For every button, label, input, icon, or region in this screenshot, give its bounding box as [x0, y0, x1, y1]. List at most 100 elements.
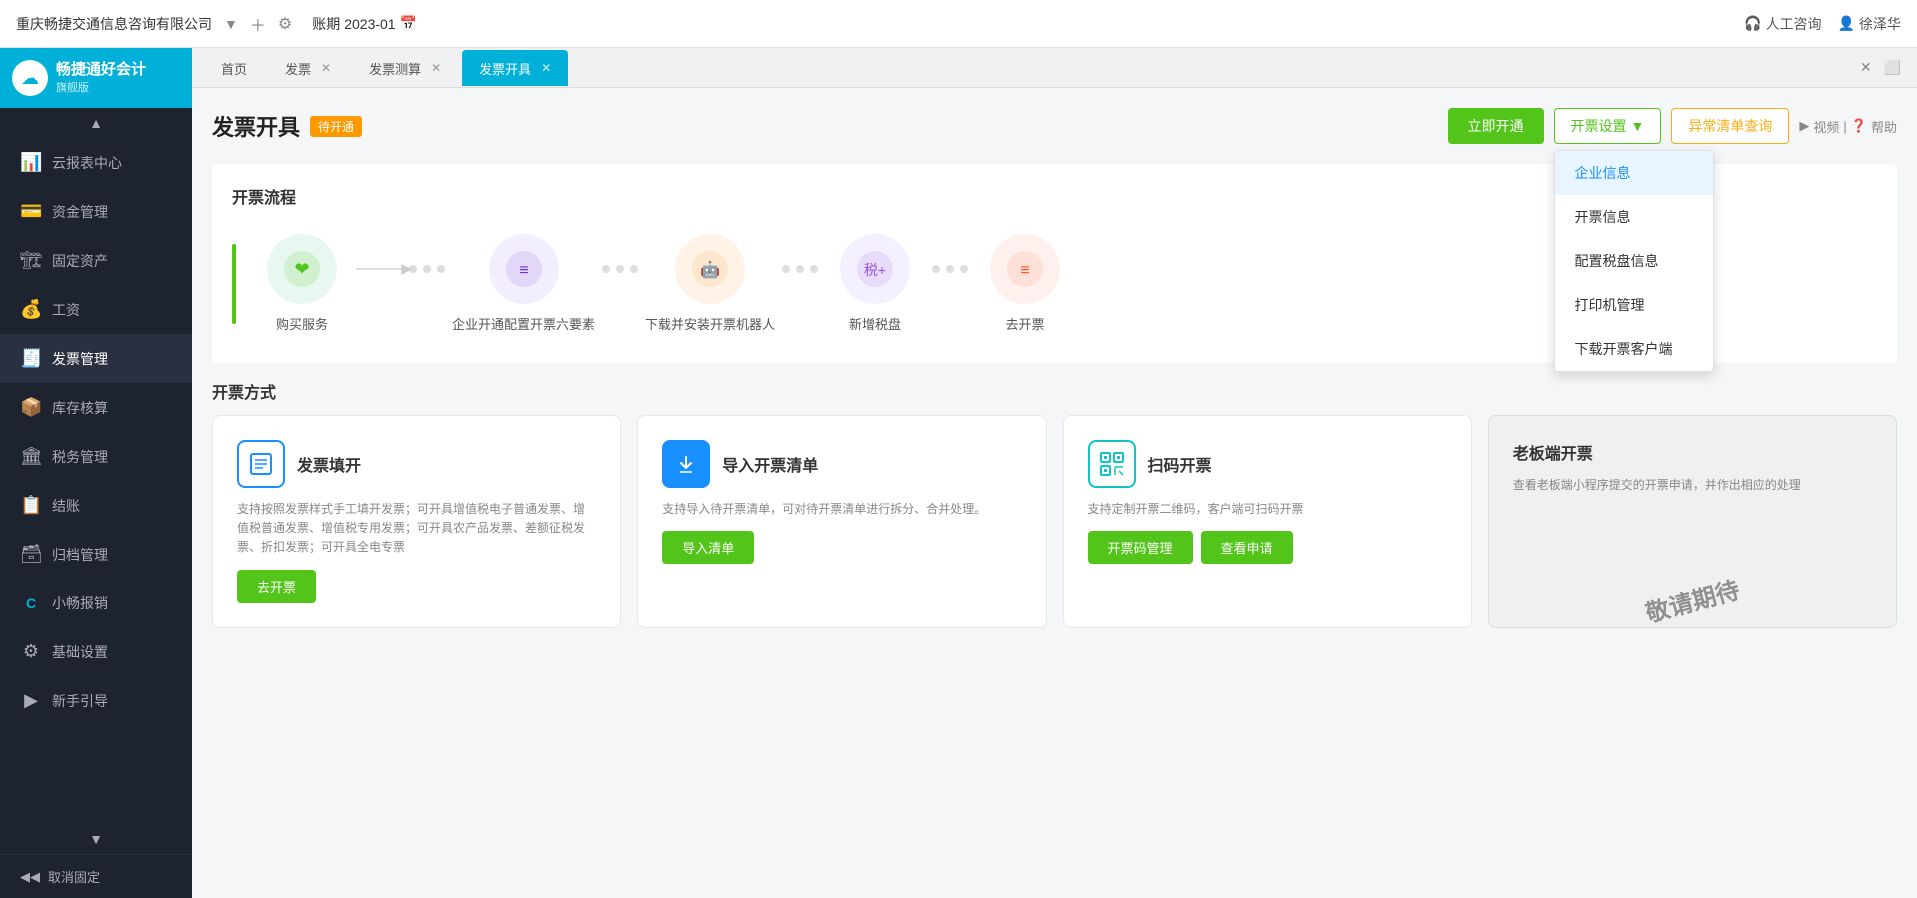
settings-dropdown-wrapper: 开票设置 ▼ 企业信息 开票信息 配置税盘信息 打印机管理 下载开票客户端 [1554, 108, 1662, 144]
sidebar-item-inventory[interactable]: 📦 库存核算 [0, 383, 192, 432]
step-go-invoice-icon: ≡ [990, 234, 1060, 304]
connector-4 [925, 265, 975, 273]
add-tab-icon[interactable]: ＋ [250, 12, 266, 36]
view-apply-btn[interactable]: 查看申请 [1201, 531, 1293, 564]
billing-methods-grid: 发票填开 支持按照发票样式手工填开发票；可开具增值税电子普通发票、增值税普通发票… [212, 415, 1897, 628]
svg-text:≡: ≡ [519, 262, 528, 279]
sidebar-item-label: 小畅报销 [52, 593, 108, 613]
inventory-icon: 📦 [20, 397, 42, 418]
import-list-btn[interactable]: 导入清单 [662, 531, 754, 564]
billing-card-boss: 老板端开票 查看老板端小程序提交的开票申请，并作出相应的处理 敬请期待 [1488, 415, 1897, 628]
svg-text:🤖: 🤖 [700, 260, 720, 279]
sidebar-logo: ☁ 畅捷通好会计 旗舰版 [0, 48, 192, 108]
play-icon: ▶ [1799, 118, 1809, 134]
dropdown-item-printer[interactable]: 打印机管理 [1555, 283, 1713, 327]
sidebar-scroll-down[interactable]: ▼ [0, 824, 192, 854]
flow-step-go-invoice: ≡ 去开票 [975, 234, 1075, 333]
help-label: 帮助 [1871, 117, 1897, 136]
sidebar-item-fund[interactable]: 💳 资金管理 [0, 187, 192, 236]
page-header: 发票开具 待开通 立即开通 开票设置 ▼ 企业信息 开票信息 配置税盘信息 [212, 108, 1897, 144]
dropdown-arrow: ▼ [1631, 118, 1645, 134]
tab-invoice-close[interactable]: ✕ [321, 61, 331, 75]
report-icon: C [20, 595, 42, 611]
sidebar-item-fixed-assets[interactable]: 🏗 固定资产 [0, 236, 192, 285]
sidebar-nav: 📊 云报表中心 💳 资金管理 🏗 固定资产 💰 工资 🧾 发票管理 📦 [0, 138, 192, 824]
sidebar-item-cloud-report[interactable]: 📊 云报表中心 [0, 138, 192, 187]
company-name: 重庆畅捷交通信息咨询有限公司 [16, 14, 212, 34]
tab-invoice-issue[interactable]: 发票开具 ✕ [462, 50, 568, 86]
step-taxdisk-label: 新增税盘 [849, 314, 901, 333]
flow-border [232, 244, 236, 324]
tab-home-label: 首页 [221, 59, 247, 78]
sidebar-item-report[interactable]: C 小畅报销 [0, 579, 192, 627]
billing-boss-title: 老板端开票 [1513, 440, 1593, 464]
step-config-icon: ≡ [489, 234, 559, 304]
pin-left-icon: ◀◀ [20, 869, 40, 885]
accounting-period: 账期 2023-01 📅 [312, 14, 417, 34]
user-info[interactable]: 👤 徐泽华 [1838, 14, 1901, 34]
status-badge: 待开通 [310, 116, 362, 137]
tab-invoice-label: 发票 [285, 59, 311, 78]
flow-step-config: ≡ 企业开通配置开票六要素 [452, 234, 595, 333]
tab-invoice[interactable]: 发票 ✕ [268, 50, 348, 86]
tab-invoice-calc-label: 发票测算 [369, 59, 421, 78]
settings-btn[interactable]: 开票设置 ▼ [1554, 108, 1662, 144]
tab-close-all[interactable]: ✕ [1856, 55, 1876, 80]
activate-btn[interactable]: 立即开通 [1448, 108, 1544, 144]
svg-text:税+: 税+ [864, 262, 886, 278]
period-value: 2023-01 [344, 16, 395, 32]
dropdown-item-company[interactable]: 企业信息 [1555, 151, 1713, 195]
billing-card-scan: 扫码开票 支持定制开票二维码，客户端可扫码开票 开票码管理 查看申请 [1063, 415, 1472, 628]
top-bar-right: 🎧 人工咨询 👤 徐泽华 [1744, 14, 1901, 34]
sidebar-item-tax[interactable]: 🏛 税务管理 [0, 432, 192, 481]
sidebar-item-label: 归档管理 [52, 545, 108, 565]
step-config-label: 企业开通配置开票六要素 [452, 314, 595, 333]
anomaly-btn[interactable]: 异常清单查询 [1671, 108, 1789, 144]
go-invoice-btn[interactable]: 去开票 [237, 570, 316, 603]
period-label: 账期 [312, 14, 340, 34]
dropdown-item-download[interactable]: 下载开票客户端 [1555, 327, 1713, 371]
connector-3 [775, 265, 825, 273]
anomaly-btn-label: 异常清单查询 [1688, 116, 1772, 136]
billing-card-scan-header: 扫码开票 [1088, 440, 1447, 488]
tab-home[interactable]: 首页 [204, 50, 264, 86]
dropdown-arrow-icon[interactable]: ▼ [224, 16, 238, 32]
separator: | [1843, 119, 1846, 134]
content-area: 首页 发票 ✕ 发票测算 ✕ 发票开具 ✕ ✕ ⬜ 发票开具 [192, 48, 1917, 898]
billing-title: 开票方式 [212, 379, 1897, 403]
sidebar-item-archive[interactable]: 🗃 归档管理 [0, 530, 192, 579]
help-btn[interactable]: 🎧 人工咨询 [1744, 14, 1821, 34]
sidebar-scroll-up[interactable]: ▲ [0, 108, 192, 138]
settings-icon[interactable]: ⚙ [278, 14, 292, 34]
connector-1: ▶ [352, 265, 452, 273]
tab-maximize[interactable]: ⬜ [1880, 55, 1905, 80]
svg-text:❤: ❤ [294, 259, 309, 279]
sidebar-item-payroll[interactable]: 💰 工资 [0, 285, 192, 334]
sidebar-item-settle[interactable]: 📋 结账 [0, 481, 192, 530]
top-bar: 重庆畅捷交通信息咨询有限公司 ▼ ＋ ⚙ 账期 2023-01 📅 🎧 人工咨询… [0, 0, 1917, 48]
video-help[interactable]: ▶ 视频 | ❓ 帮助 [1799, 117, 1897, 136]
calendar-icon[interactable]: 📅 [400, 15, 417, 32]
step-download-icon: 🤖 [675, 234, 745, 304]
cancel-pin-btn[interactable]: ◀◀ 取消固定 [0, 854, 192, 898]
step-buy-label: 购买服务 [276, 314, 328, 333]
sidebar-item-label: 资金管理 [52, 202, 108, 222]
connector-2 [595, 265, 645, 273]
sidebar-item-basic[interactable]: ⚙ 基础设置 [0, 627, 192, 676]
sidebar-item-invoice[interactable]: 🧾 发票管理 [0, 334, 192, 383]
logo-icon: ☁ [12, 60, 48, 96]
logo-text-block: 畅捷通好会计 旗舰版 [56, 61, 146, 95]
archive-icon: 🗃 [20, 544, 42, 565]
sidebar-item-label: 工资 [52, 300, 80, 320]
dropdown-item-invoice-info[interactable]: 开票信息 [1555, 195, 1713, 239]
billing-card-manual: 发票填开 支持按照发票样式手工填开发票；可开具增值税电子普通发票、增值税普通发票… [212, 415, 621, 628]
tab-invoice-calc-close[interactable]: ✕ [431, 61, 441, 75]
tab-invoice-issue-close[interactable]: ✕ [541, 61, 551, 75]
qr-manage-btn[interactable]: 开票码管理 [1088, 531, 1193, 564]
flow-step-download: 🤖 下载并安装开票机器人 [645, 234, 775, 333]
coming-soon-text: 敬请期待 [1641, 570, 1743, 628]
dropdown-item-tax-disk[interactable]: 配置税盘信息 [1555, 239, 1713, 283]
tab-invoice-calc[interactable]: 发票测算 ✕ [352, 50, 458, 86]
sidebar-item-guide[interactable]: ▶ 新手引导 [0, 676, 192, 725]
guide-icon: ▶ [20, 690, 42, 711]
